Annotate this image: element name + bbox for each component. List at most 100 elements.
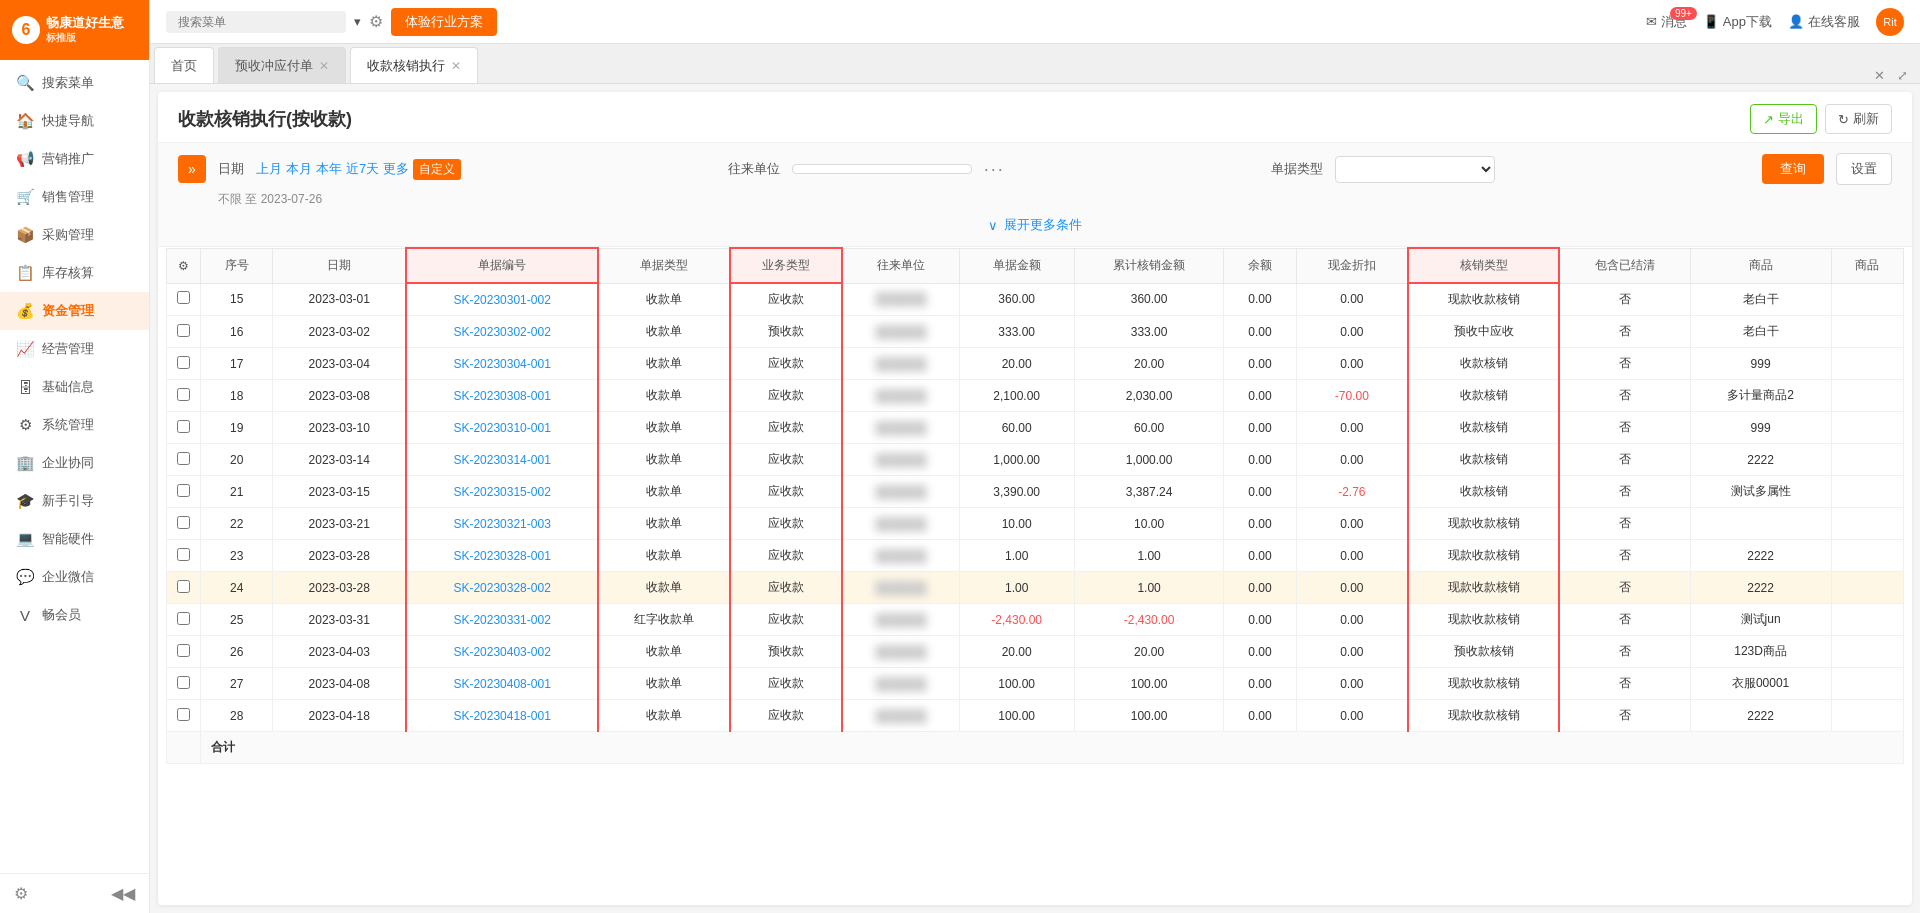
cell-no: 22: [201, 508, 273, 540]
row-checkbox[interactable]: [177, 612, 190, 625]
sidebar-item-marketing[interactable]: 📢营销推广: [0, 140, 149, 178]
cell-date: 2023-04-03: [273, 636, 406, 668]
query-button[interactable]: 查询: [1762, 154, 1824, 184]
receipt-no-link[interactable]: SK-20230331-002: [453, 613, 550, 627]
settings-icon[interactable]: ⚙: [14, 884, 28, 903]
row-checkbox[interactable]: [177, 420, 190, 433]
app-download-item[interactable]: 📱 App下载: [1703, 13, 1772, 31]
sidebar-item-inventory[interactable]: 📋库存核算: [0, 254, 149, 292]
receipt-no-link[interactable]: SK-20230328-001: [453, 549, 550, 563]
row-checkbox[interactable]: [177, 548, 190, 561]
row-checkbox[interactable]: [177, 484, 190, 497]
receipt-type-select[interactable]: [1335, 156, 1495, 183]
row-checkbox[interactable]: [177, 324, 190, 337]
row-checkbox[interactable]: [177, 388, 190, 401]
sidebar-item-basic[interactable]: 🗄基础信息: [0, 368, 149, 406]
cell-checkbox[interactable]: [167, 348, 201, 380]
cell-checkbox[interactable]: [167, 636, 201, 668]
receipt-no-link[interactable]: SK-20230315-002: [453, 485, 550, 499]
receipt-no-link[interactable]: SK-20230418-001: [453, 709, 550, 723]
search-input[interactable]: [166, 11, 346, 33]
receipt-no-link[interactable]: SK-20230302-002: [453, 325, 550, 339]
cell-date: 2023-04-18: [273, 700, 406, 732]
row-checkbox[interactable]: [177, 291, 190, 304]
sidebar-item-sales[interactable]: 🛒销售管理: [0, 178, 149, 216]
expand-more-button[interactable]: ∨ 展开更多条件: [178, 214, 1892, 236]
topbar-dropdown[interactable]: ▾: [354, 14, 361, 29]
cell-checkbox[interactable]: [167, 283, 201, 316]
date-last-month[interactable]: 上月: [256, 160, 282, 178]
maximize-icon[interactable]: ⤢: [1897, 68, 1908, 83]
receipt-no-link[interactable]: SK-20230321-003: [453, 517, 550, 531]
cell-checkbox[interactable]: [167, 380, 201, 412]
date-7days[interactable]: 近7天: [346, 160, 379, 178]
date-this-month[interactable]: 本月: [286, 160, 312, 178]
receipt-no-link[interactable]: SK-20230403-002: [453, 645, 550, 659]
receipt-no-link[interactable]: SK-20230301-002: [453, 293, 550, 307]
date-more[interactable]: 更多: [383, 160, 409, 178]
row-checkbox[interactable]: [177, 708, 190, 721]
col-settings[interactable]: ⚙: [167, 248, 201, 283]
sidebar-item-operations[interactable]: 📈经营管理: [0, 330, 149, 368]
cell-checkbox[interactable]: [167, 572, 201, 604]
sidebar-item-search[interactable]: 🔍搜索菜单: [0, 64, 149, 102]
cell-verify-amount: 360.00: [1074, 283, 1224, 316]
topbar-gear-icon[interactable]: ⚙: [369, 12, 383, 31]
cell-checkbox[interactable]: [167, 412, 201, 444]
solution-button[interactable]: 体验行业方案: [391, 8, 497, 36]
cell-checkbox[interactable]: [167, 316, 201, 348]
sidebar-item-member[interactable]: V畅会员: [0, 596, 149, 634]
receipt-no-link[interactable]: SK-20230308-001: [453, 389, 550, 403]
cell-checkbox[interactable]: [167, 668, 201, 700]
setting-button[interactable]: 设置: [1836, 153, 1892, 185]
export-button[interactable]: ↗ 导出: [1750, 104, 1817, 134]
cell-checkbox[interactable]: [167, 604, 201, 636]
receipt-no-link[interactable]: SK-20230408-001: [453, 677, 550, 691]
sidebar-item-corp[interactable]: 🏢企业协同: [0, 444, 149, 482]
counterpart-input[interactable]: [792, 164, 972, 174]
row-checkbox[interactable]: [177, 356, 190, 369]
sidebar-item-wechat[interactable]: 💬企业微信: [0, 558, 149, 596]
row-checkbox[interactable]: [177, 580, 190, 593]
receipt-no-link[interactable]: SK-20230310-001: [453, 421, 550, 435]
table-row: 28 2023-04-18 SK-20230418-001 收款单 应收款 ██…: [167, 700, 1904, 732]
tab-receipt-verify[interactable]: 收款核销执行✕: [350, 47, 478, 83]
filter-collapse-button[interactable]: »: [178, 155, 206, 183]
cell-checkbox[interactable]: [167, 444, 201, 476]
collapse-icon[interactable]: ◀◀: [111, 884, 135, 903]
row-checkbox[interactable]: [177, 676, 190, 689]
cell-checkbox[interactable]: [167, 476, 201, 508]
sidebar-item-finance[interactable]: 💰资金管理: [0, 292, 149, 330]
date-this-year[interactable]: 本年: [316, 160, 342, 178]
sidebar-item-system[interactable]: ⚙系统管理: [0, 406, 149, 444]
cell-checkbox[interactable]: [167, 700, 201, 732]
row-checkbox[interactable]: [177, 644, 190, 657]
refresh-button[interactable]: ↻ 刷新: [1825, 104, 1892, 134]
cell-biz-type: 应收款: [730, 668, 843, 700]
table-row: 21 2023-03-15 SK-20230315-002 收款单 应收款 ██…: [167, 476, 1904, 508]
online-service-item[interactable]: 👤 在线客服: [1788, 13, 1860, 31]
receipt-no-link[interactable]: SK-20230328-002: [453, 581, 550, 595]
cell-receipt-no: SK-20230314-001: [406, 444, 598, 476]
tab-home[interactable]: 首页: [154, 47, 214, 83]
sidebar-item-newbie[interactable]: 🎓新手引导: [0, 482, 149, 520]
sidebar-item-hardware[interactable]: 💻智能硬件: [0, 520, 149, 558]
messages-item[interactable]: ✉ 消息 99+: [1646, 13, 1687, 31]
tab-close-prepayment[interactable]: ✕: [319, 59, 329, 73]
close-window-icon[interactable]: ✕: [1874, 68, 1885, 83]
cell-verify-type: 收款核销: [1408, 412, 1559, 444]
tab-prepayment[interactable]: 预收冲应付单✕: [218, 47, 346, 83]
receipt-no-link[interactable]: SK-20230314-001: [453, 453, 550, 467]
cell-receipt-no: SK-20230328-001: [406, 540, 598, 572]
sidebar-item-quicknav[interactable]: 🏠快捷导航: [0, 102, 149, 140]
row-checkbox[interactable]: [177, 516, 190, 529]
sidebar-item-purchase[interactable]: 📦采购管理: [0, 216, 149, 254]
date-custom-button[interactable]: 自定义: [413, 159, 461, 180]
cell-checkbox[interactable]: [167, 540, 201, 572]
row-checkbox[interactable]: [177, 452, 190, 465]
tab-close-receipt-verify[interactable]: ✕: [451, 59, 461, 73]
sidebar-icon-operations: 📈: [16, 340, 34, 358]
user-avatar[interactable]: Rit: [1876, 8, 1904, 36]
receipt-no-link[interactable]: SK-20230304-001: [453, 357, 550, 371]
cell-checkbox[interactable]: [167, 508, 201, 540]
